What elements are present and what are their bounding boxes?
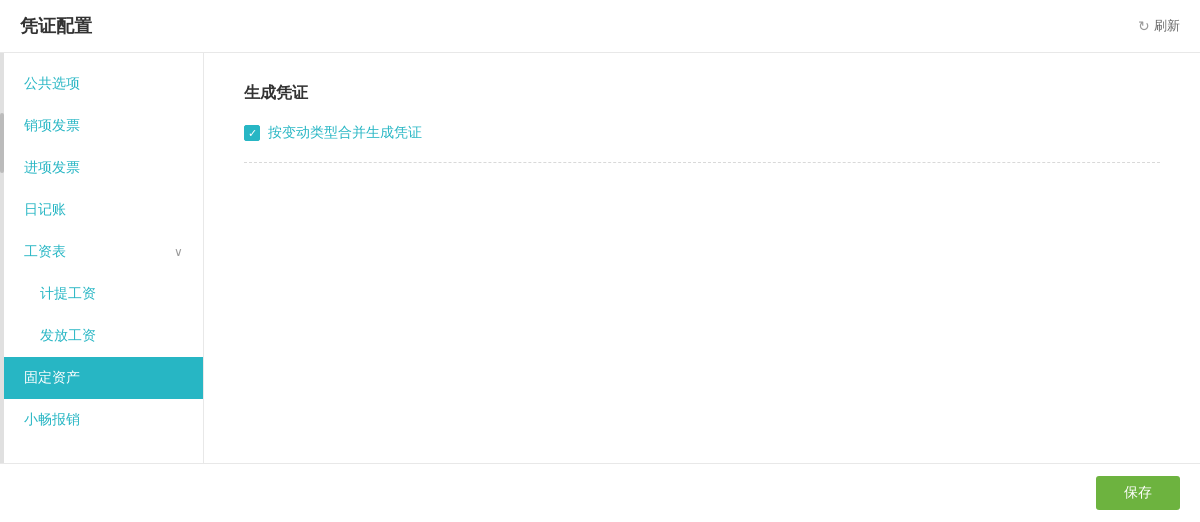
sidebar-item-sales-invoice[interactable]: 销项发票 (4, 105, 203, 147)
sidebar-item-label: 公共选项 (24, 75, 80, 93)
sidebar: 公共选项 销项发票 进项发票 日记账 工资表 ∨ (4, 53, 204, 463)
sidebar-item-fixed-assets[interactable]: 固定资产 (4, 357, 203, 399)
scroll-indicator (0, 53, 4, 463)
sidebar-item-accrual-wages[interactable]: 计提工资 (4, 273, 203, 315)
sidebar-item-label: 进项发票 (24, 159, 80, 177)
checkbox-label[interactable]: 按变动类型合并生成凭证 (268, 124, 422, 142)
sidebar-item-label: 小畅报销 (24, 411, 80, 429)
sidebar-item-payroll-table[interactable]: 工资表 ∨ (4, 231, 203, 273)
page-wrapper: 凭证配置 ↻ 刷新 公共选项 销项发票 进项发票 (0, 0, 1200, 522)
sidebar-item-label: 工资表 (24, 243, 66, 261)
chevron-down-icon: ∨ (174, 245, 183, 259)
page-footer: 保存 (0, 463, 1200, 522)
merge-by-type-checkbox[interactable]: ✓ (244, 125, 260, 141)
scroll-bar (0, 113, 4, 173)
sidebar-item-expense-report[interactable]: 小畅报销 (4, 399, 203, 441)
page-header: 凭证配置 ↻ 刷新 (0, 0, 1200, 53)
content-area: 生成凭证 ✓ 按变动类型合并生成凭证 (204, 53, 1200, 463)
sidebar-item-label: 发放工资 (40, 327, 96, 345)
sidebar-item-label: 计提工资 (40, 285, 96, 303)
section-title: 生成凭证 (244, 83, 1160, 104)
save-button[interactable]: 保存 (1096, 476, 1180, 510)
sidebar-item-label: 销项发票 (24, 117, 80, 135)
checkbox-row: ✓ 按变动类型合并生成凭证 (244, 124, 1160, 142)
refresh-button[interactable]: ↻ 刷新 (1138, 17, 1180, 35)
main-layout: 公共选项 销项发票 进项发票 日记账 工资表 ∨ (4, 53, 1200, 463)
check-mark-icon: ✓ (248, 128, 257, 139)
refresh-label: 刷新 (1154, 17, 1180, 35)
sidebar-item-label: 固定资产 (24, 369, 80, 387)
sidebar-item-distribute-wages[interactable]: 发放工资 (4, 315, 203, 357)
refresh-icon: ↻ (1138, 18, 1150, 34)
sidebar-item-journal[interactable]: 日记账 (4, 189, 203, 231)
sidebar-item-public-options[interactable]: 公共选项 (4, 63, 203, 105)
page-title: 凭证配置 (20, 14, 92, 38)
sidebar-item-label: 日记账 (24, 201, 66, 219)
section-divider (244, 162, 1160, 163)
sidebar-item-purchase-invoice[interactable]: 进项发票 (4, 147, 203, 189)
